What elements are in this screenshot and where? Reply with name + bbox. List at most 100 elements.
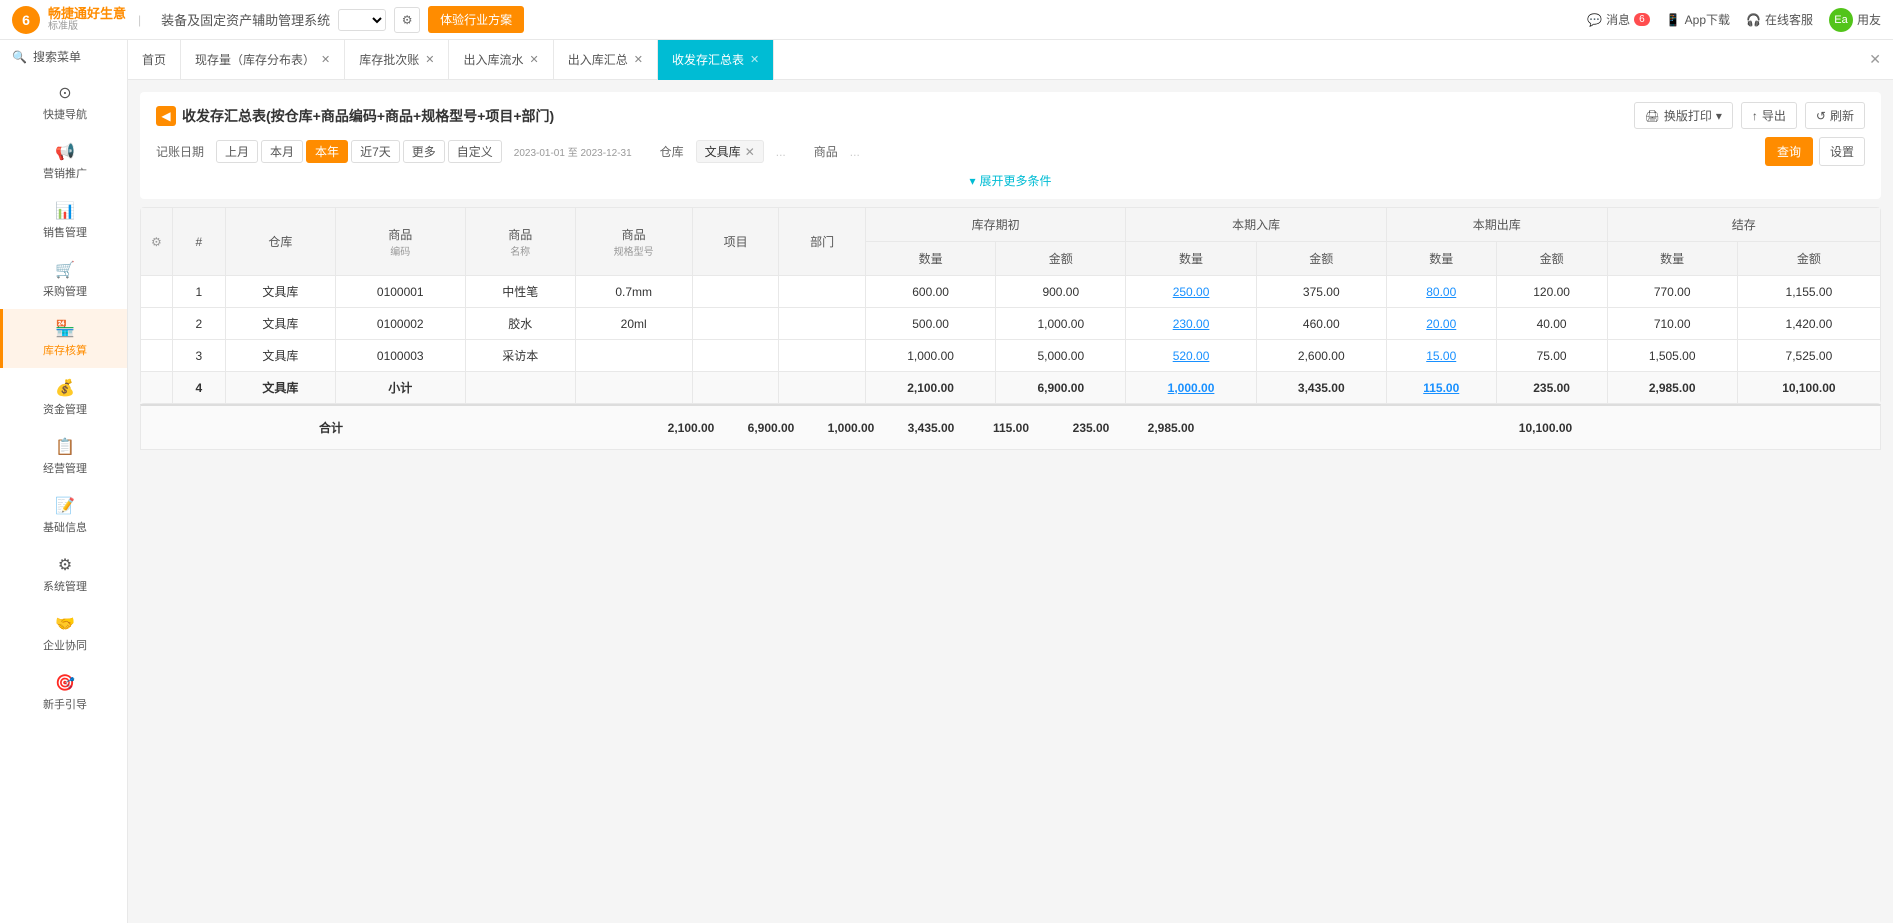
row-balance-qty-1: 710.00 (1607, 308, 1737, 340)
sidebar-item-marketing[interactable]: 📢 营销推广 (0, 132, 127, 191)
sidebar-item-operation[interactable]: 📋 经营管理 (0, 427, 127, 486)
sidebar-item-system[interactable]: ⚙ 系统管理 (0, 545, 127, 604)
app-title: 畅捷通好生意 标准版 (48, 6, 126, 34)
top-bar: 6 畅捷通好生意 标准版 | 装备及固定资产辅助管理系统 ⚙ 体验行业方案 💬 … (0, 0, 1893, 40)
date-btn-more[interactable]: 更多 (403, 140, 445, 163)
quick-nav-label: 快捷导航 (43, 106, 87, 122)
subtotal-inbound-amount: 3,435.00 (1256, 372, 1386, 404)
date-btn-last-month[interactable]: 上月 (216, 140, 258, 163)
enterprise-icon: 🤝 (55, 614, 75, 634)
online-service-item[interactable]: 🎧 在线客服 (1746, 11, 1813, 28)
basic-info-label: 基础信息 (43, 519, 87, 535)
refresh-icon: ↺ (1816, 109, 1826, 123)
tab-home[interactable]: 首页 (128, 40, 181, 80)
purchase-icon: 🛒 (55, 260, 75, 280)
query-action-btns: 查询 设置 (1765, 137, 1865, 166)
row-product-name-2: 采访本 (465, 340, 575, 372)
date-btn-this-month[interactable]: 本月 (261, 140, 303, 163)
tab-close-inout-flow[interactable]: ✕ (530, 53, 539, 66)
tab-inventory-dist[interactable]: 现存量（库存分布表）✕ (181, 40, 345, 80)
col-balance-header: 结存 (1607, 208, 1880, 242)
app-download-item[interactable]: 📱 App下载 (1666, 11, 1730, 28)
col-inbound-amount-header: 金额 (1256, 242, 1386, 276)
tab-close-inventory-dist[interactable]: ✕ (321, 53, 330, 66)
sales-label: 销售管理 (43, 224, 87, 240)
query-button[interactable]: 查询 (1765, 137, 1813, 166)
system-name: 装备及固定资产辅助管理系统 (161, 10, 330, 29)
tab-close-inout-summary[interactable]: ✕ (634, 53, 643, 66)
date-range-text: 2023-01-01 至 2023-12-31 (514, 144, 632, 159)
table-row: 3 文具库 0100003 采访本 1,000.00 5,000.00 520.… (141, 340, 1881, 372)
warehouse-tag-close[interactable]: ✕ (745, 145, 755, 159)
row-product-spec-2 (575, 340, 692, 372)
tab-close-receive-summary[interactable]: ✕ (750, 53, 759, 66)
sidebar-item-sales[interactable]: 📊 销售管理 (0, 191, 127, 250)
sidebar-item-newbie[interactable]: 🎯 新手引导 (0, 663, 127, 722)
search-menu-item[interactable]: 🔍 搜索菜单 (0, 40, 127, 73)
goods-more[interactable]: ... (850, 145, 860, 159)
tab-inout-summary[interactable]: 出入库汇总 ✕ (554, 40, 658, 80)
row-outbound-qty-0[interactable]: 80.00 (1386, 276, 1496, 308)
tab-bar: 首页现存量（库存分布表）✕库存批次账✕出入库流水✕出入库汇总✕收发存汇总表✕ ✕ (128, 40, 1893, 80)
collapse-btn[interactable]: ◀ (156, 106, 176, 126)
date-btn-this-year[interactable]: 本年 (306, 140, 348, 163)
tab-receive-summary[interactable]: 收发存汇总表✕ (658, 40, 774, 80)
print-button[interactable]: 🖨 换版打印 ▾ (1634, 102, 1733, 129)
row-num-0: 1 (172, 276, 225, 308)
subtotal-label: 小计 (335, 372, 465, 404)
tab-label-home: 首页 (142, 51, 166, 68)
sidebar-item-finance[interactable]: 💰 资金管理 (0, 368, 127, 427)
tab-batch[interactable]: 库存批次账✕ (345, 40, 449, 80)
app-download-label: App下载 (1685, 11, 1730, 28)
tab-close-batch[interactable]: ✕ (425, 53, 434, 66)
newbie-icon: 🎯 (55, 673, 75, 693)
system-icon: ⚙ (58, 555, 72, 575)
row-inbound-qty-2[interactable]: 520.00 (1126, 340, 1256, 372)
warehouse-more[interactable]: ... (776, 145, 786, 159)
row-product-code-2: 0100003 (335, 340, 465, 372)
col-product-name-header: 商品名称 (465, 208, 575, 276)
col-opening-amount-header: 金额 (996, 242, 1126, 276)
sidebar-item-inventory[interactable]: 🏪 库存核算 (0, 309, 127, 368)
col-product-spec-header: 商品规格型号 (575, 208, 692, 276)
tab-label-inout-summary: 出入库汇总 (568, 51, 628, 68)
row-balance-qty-2: 1,505.00 (1607, 340, 1737, 372)
row-num-1: 2 (172, 308, 225, 340)
sidebar-item-purchase[interactable]: 🛒 采购管理 (0, 250, 127, 309)
row-opening-amount-2: 5,000.00 (996, 340, 1126, 372)
expand-button[interactable]: ▾ 展开更多条件 (969, 172, 1051, 189)
subtotal-row: 4 文具库 小计 2,100.00 6,900.00 1,000.00 (141, 372, 1881, 404)
app-title-main: 畅捷通好生意 (48, 6, 126, 22)
row-inbound-qty-0[interactable]: 250.00 (1126, 276, 1256, 308)
export-button[interactable]: ↑ 导出 (1741, 102, 1797, 129)
date-btn-custom[interactable]: 自定义 (448, 140, 502, 163)
system-select[interactable] (338, 9, 386, 31)
notification-item[interactable]: 💬 消息 6 (1587, 11, 1650, 28)
date-btn-7days[interactable]: 近7天 (351, 140, 400, 163)
tab-inout-flow[interactable]: 出入库流水✕ (449, 40, 553, 80)
row-inbound-qty-1[interactable]: 230.00 (1126, 308, 1256, 340)
row-balance-amount-0: 1,155.00 (1737, 276, 1880, 308)
sidebar-item-basic-info[interactable]: 📝 基础信息 (0, 486, 127, 545)
col-settings-header[interactable]: ⚙ (141, 208, 173, 276)
sidebar-item-quick-nav[interactable]: ⊙ 快捷导航 (0, 73, 127, 132)
user-name-label: 用友 (1857, 11, 1881, 28)
setting-button[interactable]: 设置 (1819, 137, 1865, 166)
subtotal-balance-qty: 2,985.00 (1607, 372, 1737, 404)
online-service-label: 在线客服 (1765, 11, 1813, 28)
print-icon: 🖨 (1645, 109, 1660, 123)
settings-icon[interactable]: ⚙ (394, 7, 420, 33)
row-project-1 (692, 308, 779, 340)
tab-bar-close-icon[interactable]: ✕ (1857, 51, 1893, 68)
logo-icon: 6 (12, 6, 40, 34)
refresh-button[interactable]: ↺ 刷新 (1805, 102, 1865, 129)
row-outbound-qty-1[interactable]: 20.00 (1386, 308, 1496, 340)
row-outbound-qty-2[interactable]: 15.00 (1386, 340, 1496, 372)
total-inbound-amount: 3,435.00 (891, 412, 971, 443)
user-item[interactable]: Ea 用友 (1829, 8, 1881, 32)
sidebar-item-enterprise[interactable]: 🤝 企业协同 (0, 604, 127, 663)
inventory-label: 库存核算 (43, 342, 87, 358)
trial-button[interactable]: 体验行业方案 (428, 6, 524, 33)
notification-icon: 💬 (1587, 13, 1602, 27)
page-header-section: ◀ 收发存汇总表(按仓库+商品编码+商品+规格型号+项目+部门) 🖨 换版打印 … (140, 92, 1881, 199)
